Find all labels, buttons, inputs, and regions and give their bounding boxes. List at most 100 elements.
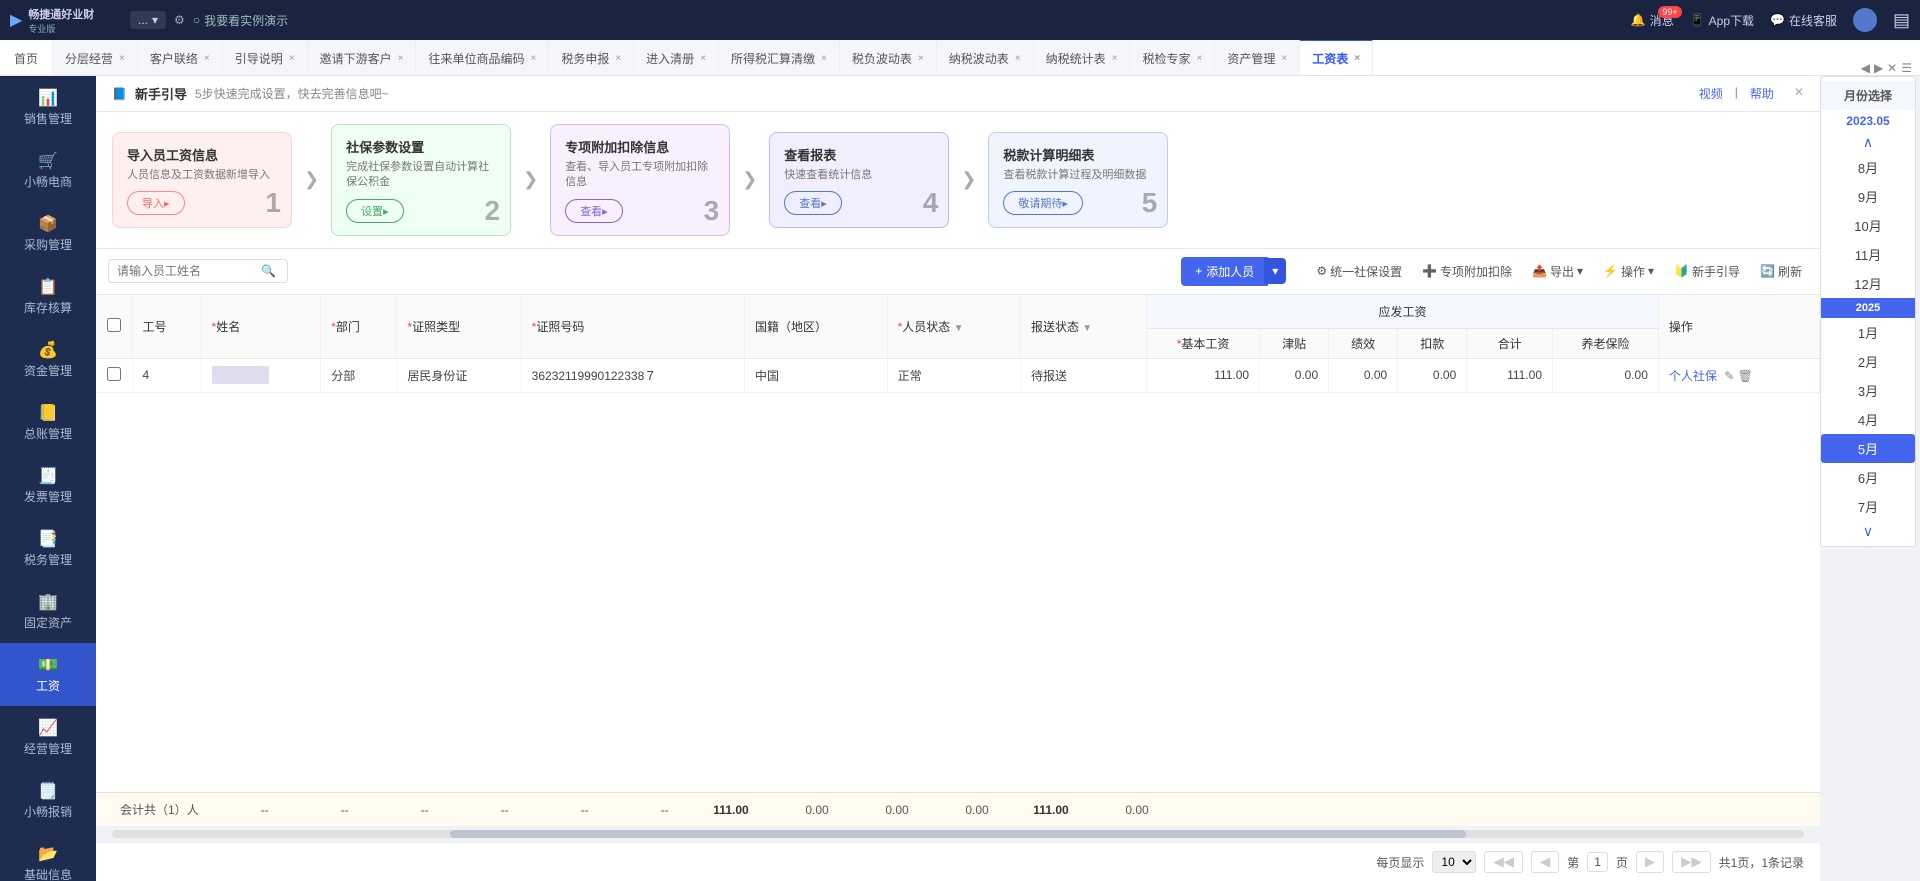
first-page-button[interactable]: ◀◀ [1484,851,1523,873]
step3-button[interactable]: 查看▸ [565,199,623,223]
add-person-button[interactable]: + 添加人员 [1181,257,1268,286]
tab-税检专家[interactable]: 税检专家 × [1130,40,1215,75]
tab-往来单位商品编码[interactable]: 往来单位商品编码 × [416,40,549,75]
tab-引导说明[interactable]: 引导说明 × [223,40,308,75]
gear-icon[interactable]: ⚙ [174,13,185,27]
month-item-5[interactable]: 5月 [1821,434,1915,463]
user-menu-button[interactable]: ▤ [1893,10,1910,31]
app-download-button[interactable]: 📱 App下载 [1690,12,1754,29]
sidebar-item-sales[interactable]: 📊 销售管理 [0,76,96,139]
tab-menu-icon[interactable]: ☰ [1901,61,1912,75]
tab-所得税汇算清缴[interactable]: 所得税汇算清缴 × [719,40,840,75]
export-button[interactable]: 📤 导出 ▾ [1526,259,1589,284]
add-person-dropdown[interactable]: ▾ [1264,258,1286,284]
close-icon[interactable]: × [398,53,404,64]
month-item-7[interactable]: 7月 [1821,492,1915,521]
user-selector[interactable]: ... ▾ [130,11,166,29]
close-icon[interactable]: × [1281,53,1287,64]
notification-button[interactable]: 🔔 消息 99+ [1631,12,1674,29]
tab-税务申报[interactable]: 税务申报 × [549,40,634,75]
step5-button[interactable]: 敬请期待▸ [1003,191,1083,215]
tab-税负波动表[interactable]: 税负波动表 × [840,40,937,75]
month-item-2[interactable]: 2月 [1821,347,1915,376]
send-status-filter-icon[interactable]: ▼ [1082,323,1092,334]
tab-工资表[interactable]: 工资表 × [1300,40,1373,75]
last-page-button[interactable]: ▶▶ [1672,851,1711,873]
sidebar-item-basic[interactable]: 📂 基础信息 [0,832,96,881]
month-item-8[interactable]: 8月 [1821,153,1915,182]
sidebar-item-invoice[interactable]: 🧾 发票管理 [0,454,96,517]
newbie-guide-button[interactable]: 🔰 新手引导 [1668,259,1746,284]
month-item-10[interactable]: 10月 [1821,211,1915,240]
social-security-settings-button[interactable]: ⚙ 统一社保设置 [1310,259,1408,284]
next-page-button[interactable]: ▶ [1636,851,1664,873]
select-all-checkbox[interactable] [107,318,121,332]
tab-prev-icon[interactable]: ◀ [1861,61,1870,75]
close-guide-icon[interactable]: ✕ [1794,85,1804,102]
tab-资产管理[interactable]: 资产管理 × [1215,40,1300,75]
close-icon[interactable]: × [289,53,295,64]
demo-link[interactable]: ○ 我要看实例演示 [193,12,288,29]
step4-button[interactable]: 查看▸ [784,191,842,215]
sidebar-item-purchase[interactable]: 📦 采购管理 [0,202,96,265]
row-checkbox[interactable] [107,367,121,381]
step1-button[interactable]: 导入▸ [127,191,185,215]
year-display[interactable]: 2023.05 [1846,110,1889,132]
sidebar-item-fixed[interactable]: 🏢 固定资产 [0,580,96,643]
close-icon[interactable]: × [700,53,706,64]
sidebar-item-tax[interactable]: 📑 税务管理 [0,517,96,580]
sidebar-item-operations[interactable]: 📈 经营管理 [0,706,96,769]
refresh-button[interactable]: 🔄 刷新 [1754,259,1808,284]
search-input[interactable] [117,264,257,278]
tab-next-icon[interactable]: ▶ [1874,61,1883,75]
close-icon[interactable]: × [204,53,210,64]
month-item-11[interactable]: 11月 [1821,240,1915,269]
status-filter-icon[interactable]: ▼ [954,323,964,334]
close-icon[interactable]: × [821,53,827,64]
close-all-icon[interactable]: ✕ [1887,61,1897,75]
sidebar-item-salary[interactable]: 💵 工资 [0,643,96,706]
operation-button[interactable]: ⚡ 操作 ▾ [1597,259,1660,284]
month-down-nav[interactable]: ∨ [1821,521,1915,542]
tab-纳税波动表[interactable]: 纳税波动表 × [937,40,1034,75]
prev-page-button[interactable]: ◀ [1531,851,1559,873]
delete-icon[interactable]: 🗑 [1738,369,1753,383]
close-icon[interactable]: × [1015,53,1021,64]
special-deduction-button[interactable]: ➕ 专项附加扣除 [1416,259,1518,284]
close-icon[interactable]: × [119,53,125,64]
close-icon[interactable]: × [918,53,924,64]
close-icon[interactable]: × [1196,53,1202,64]
scroll-thumb[interactable] [450,830,1465,838]
close-icon[interactable]: × [615,53,621,64]
step2-button[interactable]: 设置▸ [346,199,404,223]
personal-social-security-link[interactable]: 个人社保 [1669,369,1717,383]
tab-纳税统计表[interactable]: 纳税统计表 × [1034,40,1131,75]
edit-icon[interactable]: ✎ [1724,369,1734,383]
month-item-6[interactable]: 6月 [1821,463,1915,492]
guide-video-link[interactable]: 视频 [1699,85,1723,102]
close-icon[interactable]: × [530,53,536,64]
per-page-select[interactable]: 10 20 50 [1432,851,1476,873]
tab-进入清册[interactable]: 进入清册 × [634,40,719,75]
sidebar-item-report[interactable]: 🗒️ 小畅报销 [0,769,96,832]
user-avatar[interactable] [1853,8,1877,32]
month-item-12[interactable]: 12月 [1821,269,1915,298]
tab-客户联络[interactable]: 客户联络 × [138,40,223,75]
sidebar-item-finance[interactable]: 💰 资金管理 [0,328,96,391]
tab-邀请下游客户[interactable]: 邀请下游客户 × [308,40,417,75]
close-icon[interactable]: × [1112,53,1118,64]
sidebar-item-stock[interactable]: 📋 库存核算 [0,265,96,328]
tab-分层经营[interactable]: 分层经营 × [53,40,138,75]
month-item-1[interactable]: 1月 [1821,318,1915,347]
month-item-3[interactable]: 3月 [1821,376,1915,405]
tab-home[interactable]: 首页 [0,40,53,75]
month-up-nav[interactable]: ∧ [1821,132,1915,153]
online-service-button[interactable]: 💬 在线客服 [1770,12,1837,29]
close-icon[interactable]: × [1354,53,1360,64]
search-icon[interactable]: 🔍 [261,264,276,278]
month-item-9[interactable]: 9月 [1821,182,1915,211]
sidebar-item-ledger[interactable]: 📒 总账管理 [0,391,96,454]
sidebar-item-ecommerce[interactable]: 🛒 小畅电商 [0,139,96,202]
month-item-4[interactable]: 4月 [1821,405,1915,434]
guide-help-link[interactable]: 帮助 [1750,85,1774,102]
